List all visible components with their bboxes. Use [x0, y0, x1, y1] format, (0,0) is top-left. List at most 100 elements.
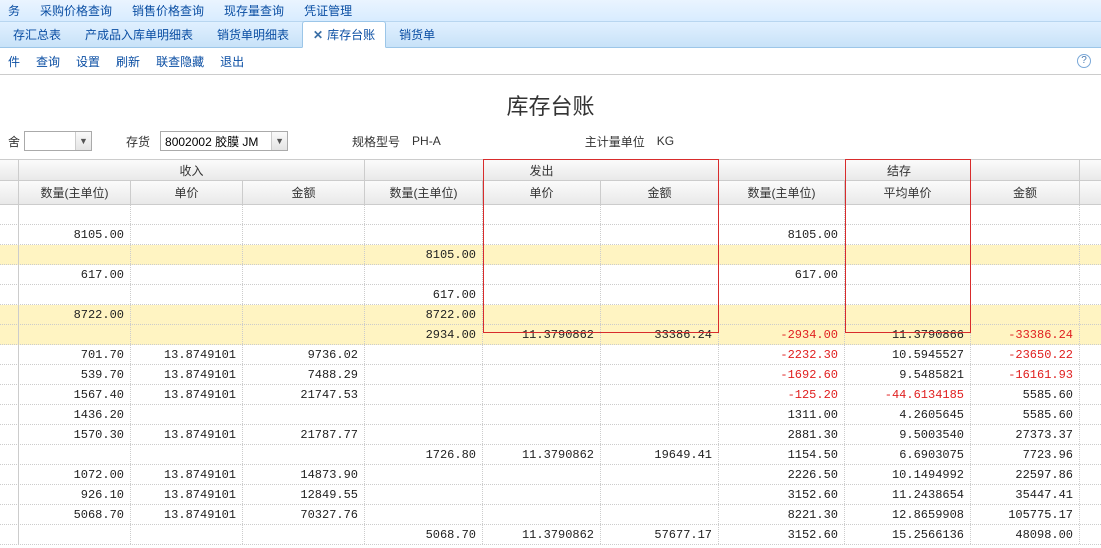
column-header[interactable]: 数量(主单位) [719, 181, 845, 204]
cell[interactable]: 13.8749101 [131, 365, 243, 384]
column-header[interactable]: 金额 [971, 181, 1080, 204]
cell[interactable]: 1726.80 [365, 445, 483, 464]
cell[interactable]: 11.3790862 [483, 525, 601, 544]
cell[interactable] [365, 225, 483, 244]
cell[interactable]: 8105.00 [19, 225, 131, 244]
cell[interactable]: 15.2566136 [845, 525, 971, 544]
cell[interactable]: 21787.77 [243, 425, 365, 444]
row-handle[interactable] [0, 225, 19, 244]
menu-item[interactable]: 销售价格查询 [132, 2, 204, 19]
cell[interactable] [971, 285, 1080, 304]
column-header[interactable] [0, 181, 19, 204]
cell[interactable] [483, 505, 601, 524]
menu-item[interactable]: 现存量查询 [224, 2, 284, 19]
cell[interactable]: 8722.00 [19, 305, 131, 324]
cell[interactable] [845, 265, 971, 284]
cell[interactable]: 33386.24 [601, 325, 719, 344]
cell[interactable]: -44.6134185 [845, 385, 971, 404]
cell[interactable] [365, 405, 483, 424]
close-icon[interactable]: ✕ [313, 28, 323, 42]
cell[interactable]: 926.10 [19, 485, 131, 504]
toolbar-item[interactable]: 查询 [36, 53, 60, 70]
table-row[interactable]: 5068.7011.379086257677.173152.6015.25661… [0, 525, 1101, 545]
cell[interactable] [131, 405, 243, 424]
cell[interactable]: 5585.60 [971, 405, 1080, 424]
cell[interactable]: 3152.60 [719, 525, 845, 544]
cell[interactable] [131, 525, 243, 544]
column-header[interactable]: 单价 [483, 181, 601, 204]
cell[interactable]: 21747.53 [243, 385, 365, 404]
combo-input[interactable] [161, 132, 271, 150]
cell[interactable] [601, 385, 719, 404]
cell[interactable]: 14873.90 [243, 465, 365, 484]
cell[interactable] [719, 285, 845, 304]
cell[interactable] [601, 365, 719, 384]
toolbar-item[interactable]: 刷新 [116, 53, 140, 70]
cell[interactable] [719, 245, 845, 264]
cell[interactable]: -125.20 [719, 385, 845, 404]
cell[interactable] [483, 205, 601, 224]
cell[interactable]: 10.5945527 [845, 345, 971, 364]
cell[interactable] [19, 205, 131, 224]
help-icon[interactable]: ? [1077, 54, 1091, 68]
table-row[interactable]: 1570.3013.874910121787.772881.309.500354… [0, 425, 1101, 445]
cell[interactable]: 701.70 [19, 345, 131, 364]
cell[interactable]: 3152.60 [719, 485, 845, 504]
cell[interactable]: 8105.00 [719, 225, 845, 244]
row-handle[interactable] [0, 325, 19, 344]
cell[interactable]: 13.8749101 [131, 505, 243, 524]
row-handle[interactable] [0, 405, 19, 424]
cell[interactable]: 70327.76 [243, 505, 365, 524]
cell[interactable]: 2934.00 [365, 325, 483, 344]
row-handle[interactable] [0, 345, 19, 364]
table-row[interactable]: 1726.8011.379086219649.411154.506.690307… [0, 445, 1101, 465]
column-header[interactable]: 金额 [243, 181, 365, 204]
column-header[interactable]: 金额 [601, 181, 719, 204]
cell[interactable]: 1570.30 [19, 425, 131, 444]
cell[interactable]: 105775.17 [971, 505, 1080, 524]
cell[interactable]: 13.8749101 [131, 345, 243, 364]
cell[interactable]: 9736.02 [243, 345, 365, 364]
cell[interactable]: -16161.93 [971, 365, 1080, 384]
cell[interactable]: 617.00 [365, 285, 483, 304]
cell[interactable] [971, 205, 1080, 224]
row-handle[interactable] [0, 505, 19, 524]
table-row[interactable]: 1072.0013.874910114873.902226.5010.14949… [0, 465, 1101, 485]
cell[interactable]: 1311.00 [719, 405, 845, 424]
toolbar-item[interactable]: 设置 [76, 53, 100, 70]
table-row[interactable]: 8722.008722.00 [0, 305, 1101, 325]
cell[interactable]: -2934.00 [719, 325, 845, 344]
table-row[interactable]: 926.1013.874910112849.553152.6011.243865… [0, 485, 1101, 505]
cell[interactable]: 19649.41 [601, 445, 719, 464]
cell[interactable] [243, 205, 365, 224]
cell[interactable]: 539.70 [19, 365, 131, 384]
cell[interactable] [719, 205, 845, 224]
cell[interactable] [483, 425, 601, 444]
cell[interactable]: 11.3790862 [483, 325, 601, 344]
cell[interactable] [601, 225, 719, 244]
cell[interactable] [601, 505, 719, 524]
cell[interactable] [243, 265, 365, 284]
row-handle[interactable] [0, 305, 19, 324]
cell[interactable]: 48098.00 [971, 525, 1080, 544]
cell[interactable]: 5068.70 [365, 525, 483, 544]
cell[interactable]: 12.8659908 [845, 505, 971, 524]
cell[interactable]: 27373.37 [971, 425, 1080, 444]
cell[interactable]: 7723.96 [971, 445, 1080, 464]
cell[interactable] [483, 385, 601, 404]
cell[interactable] [483, 265, 601, 284]
column-header[interactable]: 单价 [131, 181, 243, 204]
cell[interactable]: -2232.30 [719, 345, 845, 364]
cell[interactable] [601, 245, 719, 264]
cell[interactable] [131, 445, 243, 464]
table-row[interactable]: 539.7013.87491017488.29-1692.609.5485821… [0, 365, 1101, 385]
cell[interactable] [601, 265, 719, 284]
cell[interactable]: 1154.50 [719, 445, 845, 464]
cell[interactable] [601, 285, 719, 304]
row-handle[interactable] [0, 245, 19, 264]
cell[interactable] [243, 325, 365, 344]
cell[interactable] [19, 325, 131, 344]
cell[interactable]: 5068.70 [19, 505, 131, 524]
cell[interactable] [243, 525, 365, 544]
cell[interactable] [971, 265, 1080, 284]
